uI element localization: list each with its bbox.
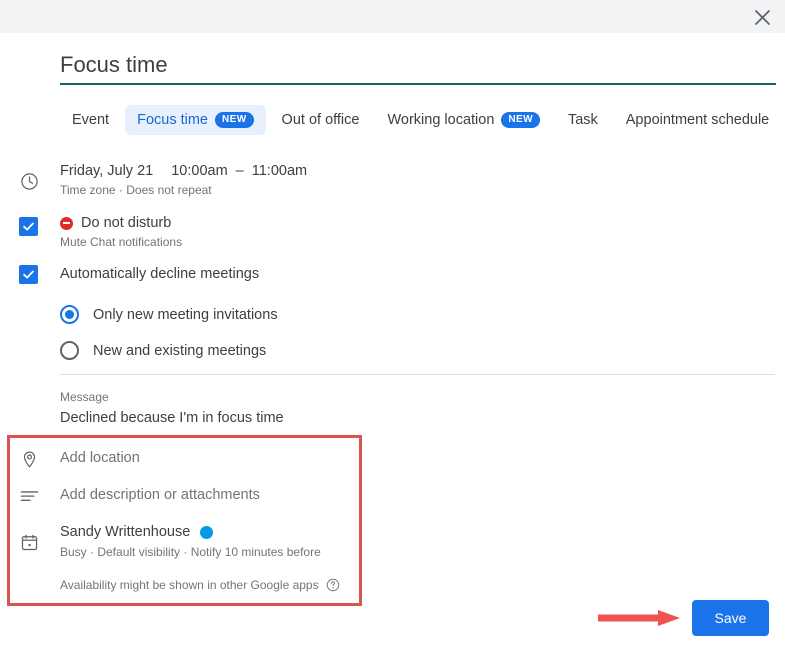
tab-out-of-office-label: Out of office: [281, 112, 360, 128]
add-location-field[interactable]: Add location: [60, 450, 140, 466]
event-type-tabs: Event Focus time NEW Out of office Worki…: [60, 105, 781, 135]
message-label: Message: [60, 390, 109, 404]
do-not-disturb-subtitle: Mute Chat notifications: [60, 235, 183, 249]
tab-event[interactable]: Event: [60, 105, 121, 135]
do-not-disturb-title: Do not disturb: [60, 215, 182, 231]
tab-focus-time-new-badge: NEW: [215, 112, 254, 128]
save-button[interactable]: Save: [692, 600, 769, 636]
message-value[interactable]: Declined because I'm in focus time: [60, 410, 284, 426]
arrow-annotation: [598, 610, 680, 626]
dialog-header-bar: [0, 0, 785, 33]
auto-decline-checkbox[interactable]: [19, 265, 38, 284]
tab-focus-time[interactable]: Focus time NEW: [125, 105, 266, 135]
tab-appointment-schedule[interactable]: Appointment schedule: [614, 105, 782, 135]
calendar-owner-block[interactable]: Sandy Writtenhouse Busy · Default visibi…: [60, 524, 321, 559]
tab-appointment-schedule-label: Appointment schedule: [625, 112, 770, 128]
tab-out-of-office[interactable]: Out of office: [270, 105, 372, 135]
section-divider: [60, 374, 775, 375]
do-not-disturb-row[interactable]: Do not disturb Mute Chat notifications: [60, 215, 182, 249]
tab-working-location-label: Working location: [387, 112, 495, 128]
radio-only-new-meeting-invitations[interactable]: Only new meeting invitations: [60, 305, 278, 324]
title-underline: [60, 83, 776, 85]
event-end-time[interactable]: 11:00am: [252, 163, 307, 179]
focus-time-dialog: Focus time Event Focus time NEW Out of o…: [0, 0, 785, 652]
description-icon: [18, 485, 40, 507]
location-pin-icon: [18, 448, 40, 470]
decline-message-block[interactable]: Message Declined because I'm in focus ti…: [60, 390, 284, 426]
event-date[interactable]: Friday, July 21: [60, 163, 153, 179]
radio-selected-icon: [60, 305, 79, 324]
do-not-disturb-icon: [60, 216, 73, 230]
calendar-owner-row: Sandy Writtenhouse: [60, 524, 321, 540]
tab-working-location[interactable]: Working location NEW: [375, 105, 551, 135]
add-description-field[interactable]: Add description or attachments: [60, 487, 260, 503]
do-not-disturb-checkbox[interactable]: [19, 217, 38, 236]
help-circle-icon[interactable]: [326, 578, 340, 592]
calendar-color-dot: [200, 525, 214, 539]
tab-task[interactable]: Task: [556, 105, 610, 135]
auto-decline-label[interactable]: Automatically decline meetings: [60, 266, 259, 282]
tab-task-label: Task: [567, 112, 598, 128]
datetime-line: Friday, July 21 10:00am – 11:00am: [60, 163, 307, 179]
tab-working-location-new-badge: NEW: [501, 112, 540, 128]
calendar-owner-name: Sandy Writtenhouse: [60, 524, 191, 540]
radio-new-and-existing-meetings[interactable]: New and existing meetings: [60, 341, 266, 360]
timezone-repeat-subtitle[interactable]: Time zone · Does not repeat: [60, 183, 307, 197]
tab-focus-time-label: Focus time: [137, 112, 209, 128]
close-icon[interactable]: [747, 2, 777, 32]
clock-icon: [18, 170, 40, 192]
event-datetime[interactable]: Friday, July 21 10:00am – 11:00am Time z…: [60, 163, 307, 197]
event-title-field[interactable]: Focus time: [60, 50, 776, 85]
time-range-dash: –: [235, 163, 244, 179]
page-title[interactable]: Focus time: [60, 50, 776, 83]
calendar-icon: [18, 531, 40, 553]
tab-event-label: Event: [72, 112, 110, 128]
availability-note-row: Availability might be shown in other Goo…: [60, 578, 340, 592]
do-not-disturb-label: Do not disturb: [81, 215, 172, 231]
availability-note-text: Availability might be shown in other Goo…: [60, 578, 319, 592]
radio-only-new-label: Only new meeting invitations: [93, 306, 278, 323]
radio-new-existing-label: New and existing meetings: [93, 342, 267, 359]
calendar-visibility-subtitle[interactable]: Busy · Default visibility · Notify 10 mi…: [60, 545, 321, 559]
event-start-time[interactable]: 10:00am: [171, 163, 227, 179]
radio-unselected-icon: [60, 341, 79, 360]
